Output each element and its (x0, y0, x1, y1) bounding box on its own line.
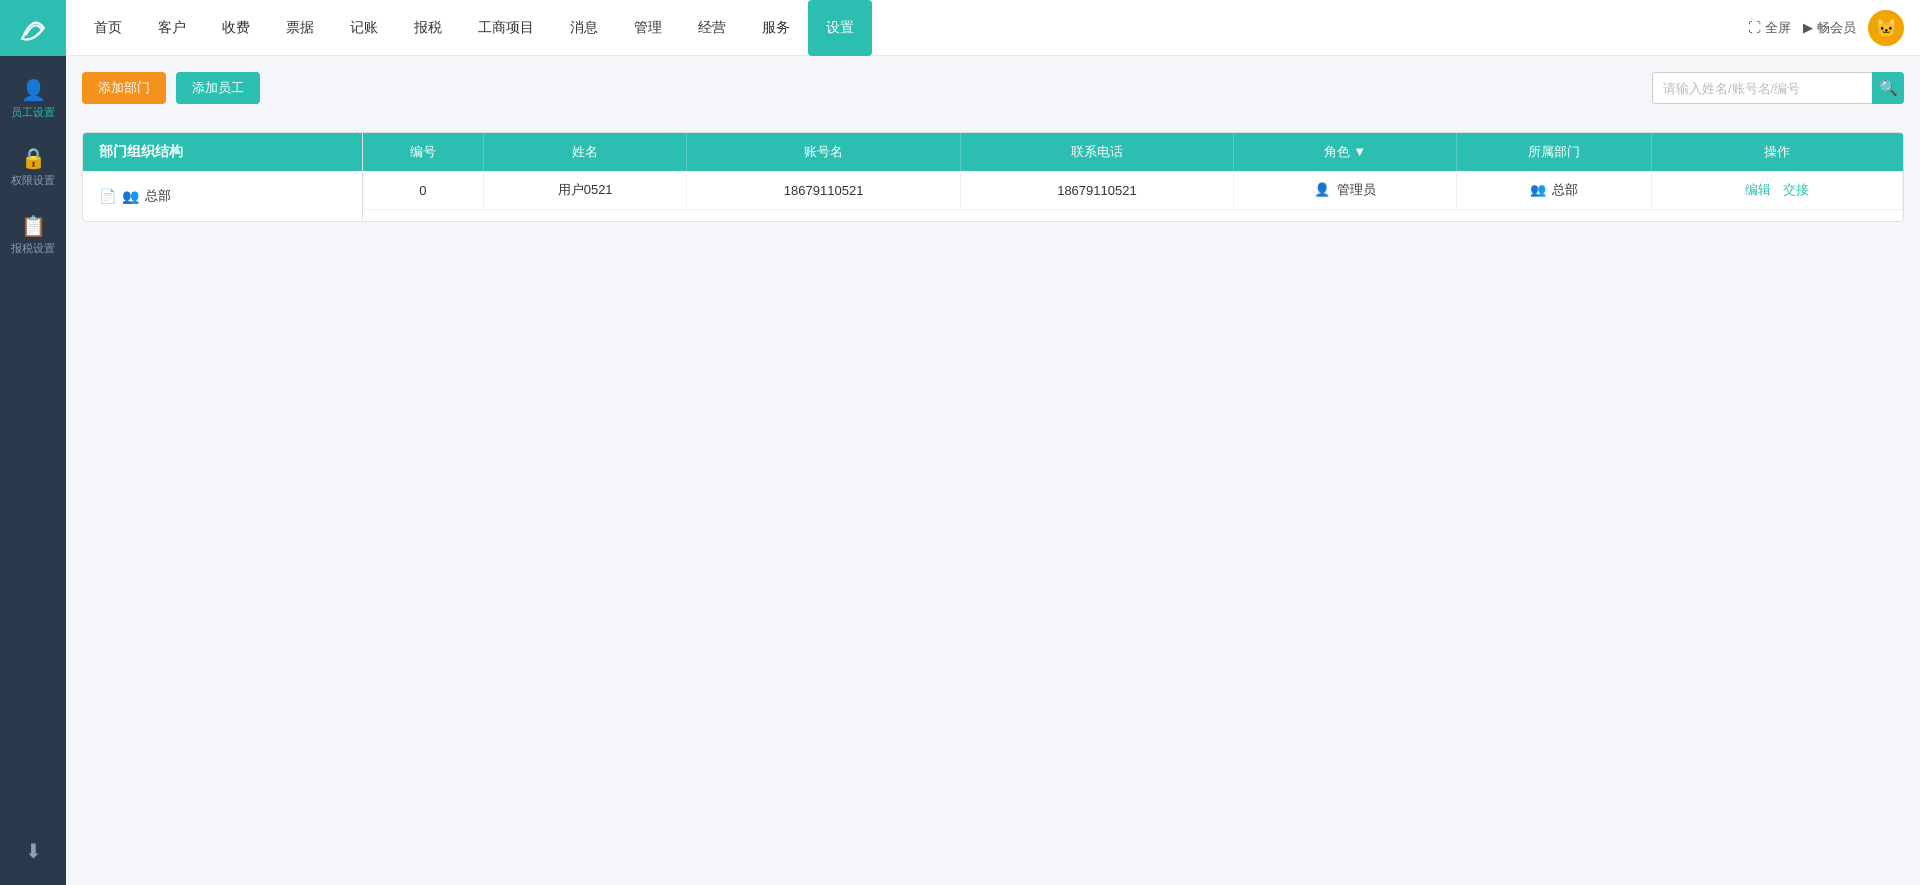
nav-item-bookkeeping[interactable]: 记账 (332, 0, 396, 56)
dept-person-icon2: 👥 (1530, 182, 1546, 197)
fullscreen-icon: ⛶ (1748, 20, 1761, 35)
cell-dept-label: 总部 (1552, 182, 1578, 197)
role-person-icon: 👤 (1314, 182, 1330, 197)
emp-table: 编号 姓名 账号名 联系电话 角色 ▼ 所属部门 操作 0 用户0521 (363, 133, 1903, 221)
sidebar-item-tax-label: 报税设置 (11, 241, 55, 256)
top-navigation: 首页 客户 收费 票据 记账 报税 工商项目 消息 管理 经营 服务 设置 ⛶ … (0, 0, 1920, 56)
vip-icon: ▶ (1803, 20, 1813, 35)
cell-dept: 👥 总部 (1456, 171, 1651, 210)
nav-right: ⛶ 全屏 ▶ 畅会员 🐱 (1748, 10, 1920, 46)
col-phone: 联系电话 (960, 133, 1233, 171)
nav-item-message[interactable]: 消息 (552, 0, 616, 56)
avatar[interactable]: 🐱 (1868, 10, 1904, 46)
fullscreen-button[interactable]: ⛶ 全屏 (1748, 19, 1791, 37)
table-body: 0 用户0521 18679110521 18679110521 👤 管理员 👥… (363, 171, 1903, 210)
add-dept-button[interactable]: 添加部门 (82, 72, 166, 104)
vip-label: 畅会员 (1817, 19, 1856, 37)
search-row: 🔍 (1652, 72, 1904, 104)
sidebar-item-tax-settings[interactable]: 📋 报税设置 (0, 202, 66, 270)
table-head: 编号 姓名 账号名 联系电话 角色 ▼ 所属部门 操作 (363, 133, 1903, 171)
dept-tree-header: 部门组织结构 (83, 133, 362, 171)
button-row: 添加部门 添加员工 (82, 72, 260, 104)
col-account: 账号名 (687, 133, 960, 171)
cell-role-label: 管理员 (1337, 182, 1376, 197)
vip-button[interactable]: ▶ 畅会员 (1803, 19, 1856, 37)
main-content: 添加部门 添加员工 🔍 部门组织结构 📄 👥 总部 (66, 56, 1920, 885)
sidebar-item-employee-label: 员工设置 (11, 105, 55, 120)
sidebar-item-permission[interactable]: 🔒 权限设置 (0, 134, 66, 202)
dept-tree: 部门组织结构 📄 👥 总部 (83, 133, 363, 221)
nav-item-service[interactable]: 服务 (744, 0, 808, 56)
avatar-icon: 🐱 (1875, 17, 1897, 39)
sidebar: 👤 员工设置 🔒 权限设置 📋 报税设置 ⬇ (0, 56, 66, 885)
cell-account: 18679110521 (687, 171, 960, 210)
dept-person-icon: 👥 (122, 188, 139, 204)
layout: 👤 员工设置 🔒 权限设置 📋 报税设置 ⬇ 添加部门 添加员工 (0, 56, 1920, 885)
dept-item-label: 总部 (145, 187, 171, 205)
search-button[interactable]: 🔍 (1872, 72, 1904, 104)
cell-phone: 18679110521 (960, 171, 1233, 210)
tax-settings-icon: 📋 (21, 216, 46, 236)
top-bar: 添加部门 添加员工 🔍 (82, 72, 1904, 118)
nav-item-billing[interactable]: 收费 (204, 0, 268, 56)
col-id: 编号 (363, 133, 483, 171)
nav-item-invoice[interactable]: 票据 (268, 0, 332, 56)
sidebar-item-employee[interactable]: 👤 员工设置 (0, 66, 66, 134)
nav-item-business[interactable]: 工商项目 (460, 0, 552, 56)
nav-item-tax[interactable]: 报税 (396, 0, 460, 56)
nav-item-home[interactable]: 首页 (76, 0, 140, 56)
logo[interactable] (0, 0, 66, 56)
search-input[interactable] (1652, 72, 1872, 104)
sidebar-bottom: ⬇ (0, 827, 66, 885)
permission-icon: 🔒 (21, 148, 46, 168)
fullscreen-label: 全屏 (1765, 19, 1791, 37)
edit-link[interactable]: 编辑 (1745, 182, 1771, 197)
sidebar-item-permission-label: 权限设置 (11, 173, 55, 188)
file-icon: 📄 (99, 188, 116, 204)
nav-item-operations[interactable]: 经营 (680, 0, 744, 56)
nav-item-management[interactable]: 管理 (616, 0, 680, 56)
dept-tree-body: 📄 👥 总部 (83, 171, 362, 221)
nav-items: 首页 客户 收费 票据 记账 报税 工商项目 消息 管理 经营 服务 设置 (66, 0, 1748, 55)
col-action: 操作 (1652, 133, 1903, 171)
cell-role: 👤 管理员 (1234, 171, 1457, 210)
cell-id: 0 (363, 171, 483, 210)
table-row: 0 用户0521 18679110521 18679110521 👤 管理员 👥… (363, 171, 1903, 210)
sidebar-download[interactable]: ⬇ (0, 827, 66, 875)
col-name: 姓名 (483, 133, 687, 171)
col-dept: 所属部门 (1456, 133, 1651, 171)
add-emp-button[interactable]: 添加员工 (176, 72, 260, 104)
cell-name: 用户0521 (483, 171, 687, 210)
employee-table: 编号 姓名 账号名 联系电话 角色 ▼ 所属部门 操作 0 用户0521 (363, 133, 1903, 210)
nav-item-settings[interactable]: 设置 (808, 0, 872, 56)
search-icon: 🔍 (1879, 79, 1898, 97)
handover-link[interactable]: 交接 (1783, 182, 1809, 197)
nav-item-customer[interactable]: 客户 (140, 0, 204, 56)
employee-icon: 👤 (21, 80, 46, 100)
content-area: 部门组织结构 📄 👥 总部 编号 姓名 账号名 (82, 132, 1904, 222)
col-role[interactable]: 角色 ▼ (1234, 133, 1457, 171)
dept-item-headquarter[interactable]: 📄 👥 总部 (95, 181, 350, 211)
cell-actions: 编辑 交接 (1652, 171, 1903, 210)
download-icon: ⬇ (25, 841, 42, 861)
